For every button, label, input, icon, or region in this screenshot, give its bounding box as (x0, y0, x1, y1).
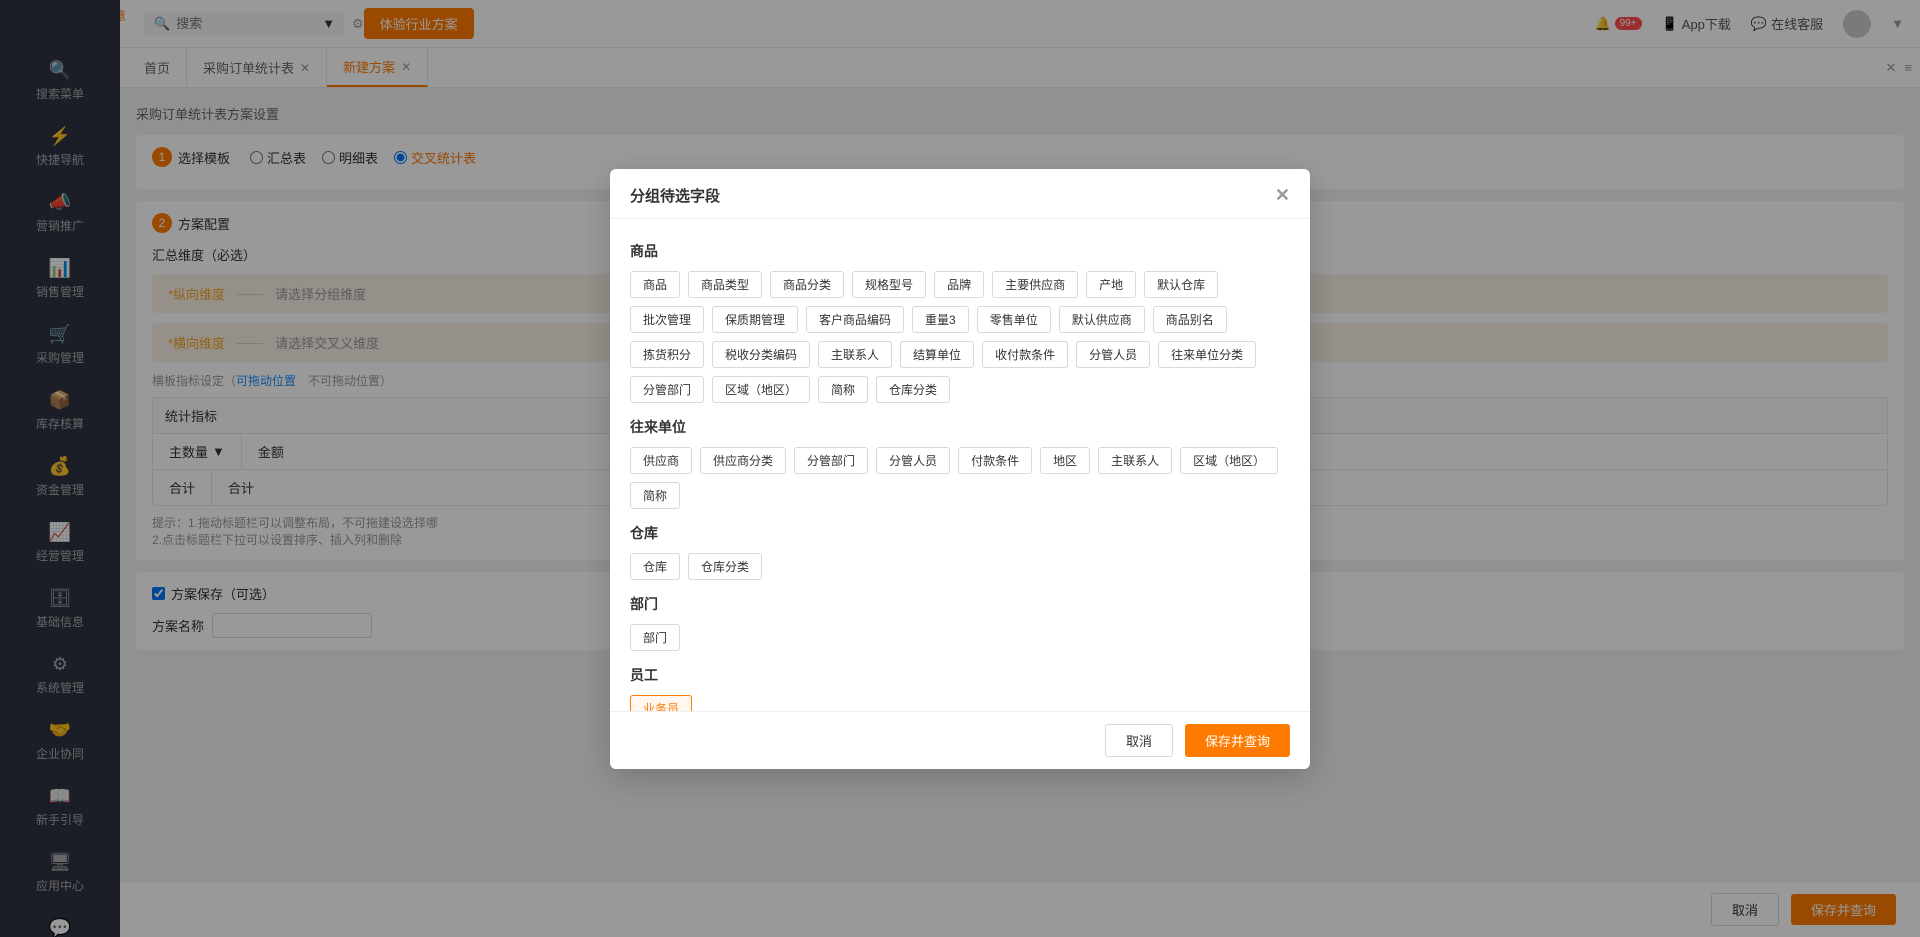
field-tag[interactable]: 供应商 (630, 447, 692, 474)
modal-confirm-button[interactable]: 保存并查询 (1185, 724, 1290, 757)
modal-title: 分组待选字段 (630, 185, 720, 206)
field-tag[interactable]: 仓库 (630, 553, 680, 580)
field-tag[interactable]: 付款条件 (958, 447, 1032, 474)
field-tag[interactable]: 主联系人 (818, 341, 892, 368)
field-tag[interactable]: 供应商分类 (700, 447, 786, 474)
field-tag[interactable]: 客户商品编码 (806, 306, 904, 333)
field-tag[interactable]: 结算单位 (900, 341, 974, 368)
field-tag[interactable]: 主联系人 (1098, 447, 1172, 474)
field-tag[interactable]: 分管部门 (630, 376, 704, 403)
field-tag[interactable]: 默认供应商 (1059, 306, 1145, 333)
section-product-title: 商品 (630, 241, 1290, 261)
section-contacts-fields: 供应商 供应商分类 分管部门 分管人员 付款条件 地区 主联系人 区域（地区） … (630, 447, 1290, 509)
field-tag[interactable]: 产地 (1086, 271, 1136, 298)
section-contacts-title: 往来单位 (630, 417, 1290, 437)
field-tag[interactable]: 收付款条件 (982, 341, 1068, 368)
field-tag[interactable]: 仓库分类 (688, 553, 762, 580)
section-department-title: 部门 (630, 594, 1290, 614)
field-tag[interactable]: 保质期管理 (712, 306, 798, 333)
section-employee-title: 员工 (630, 665, 1290, 685)
field-tag[interactable]: 品牌 (934, 271, 984, 298)
field-tag[interactable]: 税收分类编码 (712, 341, 810, 368)
field-tag[interactable]: 商品类型 (688, 271, 762, 298)
field-tag[interactable]: 规格型号 (852, 271, 926, 298)
field-select-modal: 分组待选字段 ✕ 商品 商品 商品类型 商品分类 规格型号 品牌 主要供应商 产… (610, 169, 1310, 769)
field-tag[interactable]: 商品别名 (1153, 306, 1227, 333)
field-tag[interactable]: 商品 (630, 271, 680, 298)
field-tag[interactable]: 分管人员 (876, 447, 950, 474)
field-tag[interactable]: 地区 (1040, 447, 1090, 474)
field-tag[interactable]: 往来单位分类 (1158, 341, 1256, 368)
field-tag[interactable]: 重量3 (912, 306, 969, 333)
field-tag[interactable]: 简称 (818, 376, 868, 403)
modal-header: 分组待选字段 ✕ (610, 169, 1310, 219)
field-tag[interactable]: 零售单位 (977, 306, 1051, 333)
field-tag[interactable]: 主要供应商 (992, 271, 1078, 298)
modal-overlay: 分组待选字段 ✕ 商品 商品 商品类型 商品分类 规格型号 品牌 主要供应商 产… (0, 0, 1920, 937)
field-tag[interactable]: 拣货积分 (630, 341, 704, 368)
modal-close-icon[interactable]: ✕ (1275, 185, 1290, 206)
field-tag-selected[interactable]: 业务员 (630, 695, 692, 711)
field-tag[interactable]: 批次管理 (630, 306, 704, 333)
section-product-fields: 商品 商品类型 商品分类 规格型号 品牌 主要供应商 产地 默认仓库 批次管理 … (630, 271, 1290, 403)
field-tag[interactable]: 区域（地区） (712, 376, 810, 403)
section-warehouse-title: 仓库 (630, 523, 1290, 543)
section-employee-fields: 业务员 (630, 695, 1290, 711)
modal-cancel-button[interactable]: 取消 (1105, 724, 1173, 757)
section-department-fields: 部门 (630, 624, 1290, 651)
field-tag[interactable]: 区域（地区） (1180, 447, 1278, 474)
field-tag[interactable]: 默认仓库 (1144, 271, 1218, 298)
section-warehouse-fields: 仓库 仓库分类 (630, 553, 1290, 580)
field-tag[interactable]: 商品分类 (770, 271, 844, 298)
field-tag[interactable]: 分管部门 (794, 447, 868, 474)
field-tag[interactable]: 部门 (630, 624, 680, 651)
field-tag[interactable]: 分管人员 (1076, 341, 1150, 368)
modal-body[interactable]: 商品 商品 商品类型 商品分类 规格型号 品牌 主要供应商 产地 默认仓库 批次… (610, 219, 1310, 711)
modal-footer: 取消 保存并查询 (610, 711, 1310, 769)
field-tag[interactable]: 仓库分类 (876, 376, 950, 403)
field-tag[interactable]: 简称 (630, 482, 680, 509)
